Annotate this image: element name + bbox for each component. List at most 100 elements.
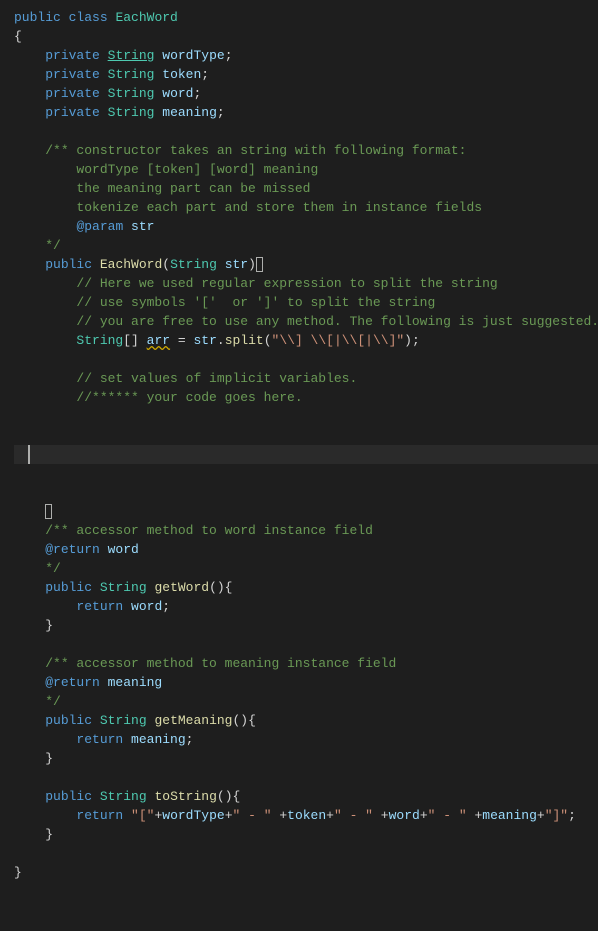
code-line[interactable] — [14, 350, 598, 369]
code-line[interactable] — [14, 464, 598, 483]
comment: // Here we used regular expression to sp… — [76, 276, 497, 291]
code-line[interactable]: return word; — [14, 597, 598, 616]
code-line[interactable]: private String token; — [14, 65, 598, 84]
code-line[interactable] — [14, 844, 598, 863]
code-line[interactable]: //****** your code goes here. — [14, 388, 598, 407]
keyword: return — [76, 732, 123, 747]
code-line[interactable]: /** accessor method to word instance fie… — [14, 521, 598, 540]
type: String — [108, 105, 155, 120]
string: " - " — [428, 808, 467, 823]
param-name: str — [123, 219, 154, 234]
code-line[interactable]: wordType [token] [word] meaning — [14, 160, 598, 179]
keyword: private — [45, 105, 100, 120]
keyword: class — [69, 10, 108, 25]
code-line[interactable] — [14, 483, 598, 502]
code-line[interactable]: } — [14, 616, 598, 635]
constructor-name: EachWord — [100, 257, 162, 272]
code-line[interactable]: } — [14, 863, 598, 882]
identifier: meaning — [162, 105, 217, 120]
semicolon: ; — [201, 67, 209, 82]
variable: meaning — [482, 808, 537, 823]
string-literal: "\\] \\[|\\[|\\]" — [272, 333, 405, 348]
keyword: public — [45, 580, 92, 595]
variable: str — [194, 333, 217, 348]
type: String — [100, 580, 147, 595]
code-line[interactable]: @return meaning — [14, 673, 598, 692]
code-line[interactable] — [14, 426, 598, 445]
code-editor[interactable]: public class EachWord { private String w… — [0, 0, 598, 890]
code-line[interactable]: @return word — [14, 540, 598, 559]
code-line[interactable] — [14, 635, 598, 654]
code-line[interactable]: // Here we used regular expression to sp… — [14, 274, 598, 293]
keyword: public — [45, 257, 92, 272]
code-line[interactable]: // you are free to use any method. The f… — [14, 312, 598, 331]
code-line[interactable]: return meaning; — [14, 730, 598, 749]
code-line[interactable]: // set values of implicit variables. — [14, 369, 598, 388]
brace: { — [14, 29, 22, 44]
variable: word — [389, 808, 420, 823]
code-line[interactable]: public String toString(){ — [14, 787, 598, 806]
code-line[interactable]: String[] arr = str.split("\\] \\[|\\[|\\… — [14, 331, 598, 350]
code-line[interactable]: private String wordType; — [14, 46, 598, 65]
code-line[interactable]: public class EachWord — [14, 8, 598, 27]
code-line[interactable]: */ — [14, 692, 598, 711]
return-name: word — [100, 542, 139, 557]
type: String — [108, 86, 155, 101]
code-line[interactable]: /** constructor takes an string with fol… — [14, 141, 598, 160]
code-line[interactable]: */ — [14, 559, 598, 578]
op: + — [225, 808, 233, 823]
variable: token — [287, 808, 326, 823]
op: + — [420, 808, 428, 823]
semicolon: ; — [162, 599, 170, 614]
code-line[interactable] — [14, 122, 598, 141]
code-line[interactable]: the meaning part can be missed — [14, 179, 598, 198]
brackets: [] — [123, 333, 139, 348]
param: str — [225, 257, 248, 272]
code-line[interactable]: public EachWord(String str) — [14, 255, 598, 274]
comment — [45, 219, 76, 234]
equals: = — [178, 333, 186, 348]
code-line[interactable]: } — [14, 749, 598, 768]
code-line[interactable]: return "["+wordType+" - " +token+" - " +… — [14, 806, 598, 825]
class-name: EachWord — [115, 10, 177, 25]
code-line[interactable] — [14, 502, 598, 521]
comment: */ — [45, 561, 61, 576]
text-cursor — [28, 445, 30, 464]
comment: /** accessor method to word instance fie… — [45, 523, 373, 538]
semicolon: ; — [217, 105, 225, 120]
op: + — [326, 808, 334, 823]
semicolon: ; — [186, 732, 194, 747]
code-line[interactable]: public String getWord(){ — [14, 578, 598, 597]
code-line[interactable]: } — [14, 825, 598, 844]
op: + — [537, 808, 545, 823]
keyword: private — [45, 67, 100, 82]
code-line[interactable]: public String getMeaning(){ — [14, 711, 598, 730]
keyword: private — [45, 86, 100, 101]
comment: // set values of implicit variables. — [76, 371, 357, 386]
code-line[interactable]: { — [14, 27, 598, 46]
code-line[interactable]: // use symbols '[' or ']' to split the s… — [14, 293, 598, 312]
code-line[interactable]: @param str — [14, 217, 598, 236]
code-line[interactable]: */ — [14, 236, 598, 255]
comment: /** constructor takes an string with fol… — [45, 143, 466, 158]
identifier: wordType — [162, 48, 224, 63]
code-line[interactable]: private String meaning; — [14, 103, 598, 122]
type: String — [76, 333, 123, 348]
keyword: return — [76, 599, 123, 614]
code-line[interactable]: tokenize each part and store them in ins… — [14, 198, 598, 217]
code-line[interactable]: private String word; — [14, 84, 598, 103]
keyword: private — [45, 48, 100, 63]
string: " - " — [233, 808, 272, 823]
dot: . — [217, 333, 225, 348]
string: "]" — [545, 808, 568, 823]
brace: } — [45, 618, 53, 633]
code-line[interactable] — [14, 407, 598, 426]
semicolon: ; — [193, 86, 201, 101]
current-line[interactable] — [14, 445, 598, 464]
code-line[interactable]: /** accessor method to meaning instance … — [14, 654, 598, 673]
javadoc-tag: @return — [45, 675, 100, 690]
method-name: getMeaning — [154, 713, 232, 728]
semicolon: ; — [225, 48, 233, 63]
code-line[interactable] — [14, 768, 598, 787]
string: "[" — [131, 808, 154, 823]
